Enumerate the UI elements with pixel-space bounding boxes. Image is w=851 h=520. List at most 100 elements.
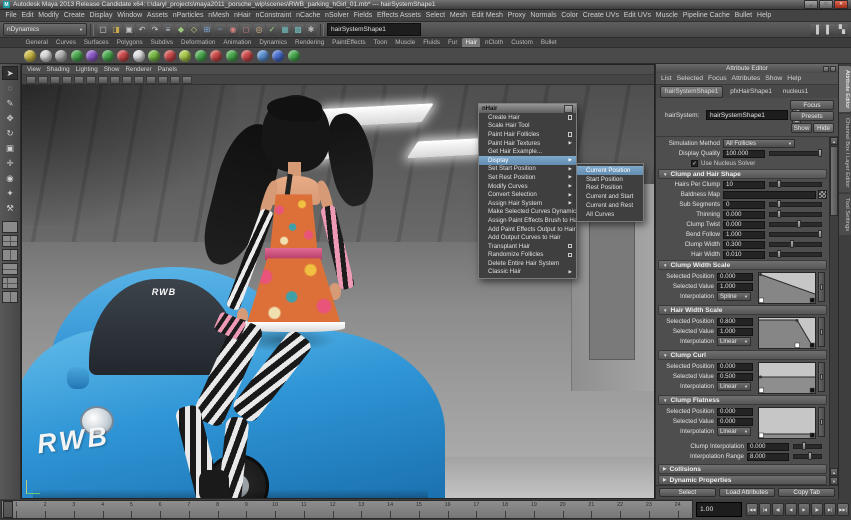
footer-button[interactable]: Copy Tab: [778, 488, 835, 497]
attribute-value-field[interactable]: 1.000: [723, 231, 765, 239]
menu-bar-item[interactable]: nConstraint: [253, 12, 294, 19]
nhair-menu-item[interactable]: Classic Hair ▶: [479, 268, 576, 277]
option-box-icon[interactable]: [568, 253, 573, 258]
menu-bar-item[interactable]: Pipeline Cache: [680, 12, 732, 19]
menu-bar-item[interactable]: Muscle: [653, 12, 680, 19]
menu-bar-item[interactable]: nParticles: [170, 12, 206, 19]
shelf-tab[interactable]: nCloth: [481, 38, 506, 47]
shelf-tab[interactable]: Fluids: [420, 38, 444, 47]
shelf-tab[interactable]: Custom: [508, 38, 537, 47]
shelf-tool-icon[interactable]: [102, 50, 114, 62]
shelf-tool-icon[interactable]: [148, 50, 160, 62]
menu-bar-item[interactable]: Window: [115, 12, 145, 19]
selected-position-field[interactable]: 0.800: [717, 318, 753, 326]
nhair-menu-item[interactable]: Make Selected Curves Dynamic ▶: [479, 208, 576, 217]
selected-position-field[interactable]: 0.000: [717, 363, 753, 371]
toolbox-tool-button[interactable]: ▣: [2, 141, 18, 155]
hide-button[interactable]: Hide: [813, 123, 834, 133]
timeline-frame[interactable]: 22: [606, 501, 635, 518]
display-quality-field[interactable]: 100.000: [723, 150, 765, 158]
checkbox[interactable]: ✓: [691, 160, 698, 167]
menu-bar-item[interactable]: Edit UVs: [621, 12, 653, 19]
shelf-tab[interactable]: Subdivs: [147, 38, 176, 47]
selected-position-field[interactable]: 0.000: [717, 408, 753, 416]
panel-toggle-icon[interactable]: ▌: [823, 24, 835, 36]
interpolation-dropdown[interactable]: Spline▼: [717, 292, 751, 301]
attribute-value-field[interactable]: 0.000: [723, 221, 765, 229]
show-button[interactable]: Show: [791, 123, 812, 133]
attribute-value-field[interactable]: [723, 191, 816, 199]
timeline-frame[interactable]: 12: [318, 501, 347, 518]
interpolation-dropdown[interactable]: Linear▼: [717, 382, 751, 391]
nhair-menu-item[interactable]: Add Paint Effects Output to Hair ▶: [479, 225, 576, 234]
attribute-value-field[interactable]: 10: [723, 181, 765, 189]
attribute-editor-menu-item[interactable]: Attributes: [732, 75, 761, 82]
viewport-bar-icon[interactable]: [74, 76, 84, 84]
playback-button[interactable]: ▶|: [824, 503, 836, 516]
nhair-menu-item[interactable]: Delete Entire Hair System ▶: [479, 259, 576, 268]
status-line-icon[interactable]: ◨: [110, 24, 122, 36]
timeline-frame[interactable]: 5: [117, 501, 146, 518]
layout-shortcut-button[interactable]: [2, 263, 18, 275]
timeline-frame[interactable]: 9: [232, 501, 261, 518]
shelf-tab[interactable]: General: [22, 38, 51, 47]
layout-shortcut-button[interactable]: [2, 277, 18, 289]
status-line-icon[interactable]: ▩: [292, 24, 304, 36]
viewport-bar-icon[interactable]: [110, 76, 120, 84]
attribute-slider[interactable]: [769, 202, 822, 207]
attribute-editor-menu-item[interactable]: Focus: [708, 75, 727, 82]
viewport-bar-icon[interactable]: [170, 76, 180, 84]
collapsed-section-header[interactable]: ▶ Collisions: [658, 464, 827, 474]
nhair-menu-item[interactable]: Paint Hair Follicles ▶: [479, 130, 576, 139]
shelf-tab[interactable]: Bullet: [537, 38, 560, 47]
scroll-down-icon[interactable]: ▲: [830, 468, 838, 476]
status-line-icon[interactable]: ✱: [305, 24, 317, 36]
ramp-widget[interactable]: [758, 272, 816, 304]
display-submenu-item[interactable]: All Curves: [577, 210, 643, 219]
attribute-value-field[interactable]: 0.010: [723, 251, 765, 259]
shelf-tool-icon[interactable]: [195, 50, 207, 62]
viewport-bar-icon[interactable]: [146, 76, 156, 84]
shelf-tool-icon[interactable]: [241, 50, 253, 62]
shelf-tool-icon[interactable]: [164, 50, 176, 62]
menu-bar-item[interactable]: Fields: [351, 12, 374, 19]
toolbox-tool-button[interactable]: ✛: [2, 156, 18, 170]
timeline-frame[interactable]: 11: [290, 501, 319, 518]
shelf-tool-icon[interactable]: [210, 50, 222, 62]
playback-button[interactable]: ◀: [785, 503, 797, 516]
shelf-tool-icon[interactable]: [257, 50, 269, 62]
nhair-menu-item[interactable]: Set Start Position ▶: [479, 165, 576, 174]
menu-bar-item[interactable]: Create UVs: [580, 12, 621, 19]
attribute-slider[interactable]: [769, 242, 822, 247]
menu-bar-item[interactable]: Select: [423, 12, 447, 19]
scrollbar-thumb[interactable]: [830, 146, 838, 216]
timeline-frame[interactable]: 16: [433, 501, 462, 518]
timeline-frame[interactable]: 15: [405, 501, 434, 518]
status-line-icon[interactable]: ⊞: [201, 24, 213, 36]
panel-menu-item[interactable]: Shading: [47, 66, 70, 73]
shelf-tool-icon[interactable]: [55, 50, 67, 62]
toolbox-tool-button[interactable]: ➤: [2, 66, 18, 80]
nhair-menu-item[interactable]: Add Output Curves to Hair ▶: [479, 233, 576, 242]
shelf-tool-icon[interactable]: [226, 50, 238, 62]
ramp-zoom-slider[interactable]: [818, 317, 825, 347]
nhair-menu-item[interactable]: Display ▶: [479, 156, 576, 165]
attribute-slider[interactable]: [769, 232, 822, 237]
ramp-widget[interactable]: [758, 317, 816, 349]
display-submenu-item[interactable]: Current and Start: [577, 192, 643, 201]
display-submenu-item[interactable]: Current Position: [577, 166, 643, 175]
collapsed-section-header[interactable]: ▶ Dynamic Properties: [658, 475, 827, 485]
ramp-widget[interactable]: [758, 407, 816, 439]
menu-bar-item[interactable]: Normals: [528, 12, 559, 19]
toolbox-tool-button[interactable]: ✥: [2, 111, 18, 125]
maximize-button[interactable]: □: [819, 0, 833, 9]
timeline-frame[interactable]: 2: [31, 501, 60, 518]
display-submenu-item[interactable]: Current and Rest: [577, 201, 643, 210]
option-box-icon[interactable]: [568, 115, 573, 120]
playback-button[interactable]: |◀◀: [746, 503, 758, 516]
layout-shortcut-button[interactable]: [2, 235, 18, 247]
timeline-frame[interactable]: 23: [635, 501, 664, 518]
attribute-value-field[interactable]: 0: [723, 201, 765, 209]
timeline-frame[interactable]: 19: [520, 501, 549, 518]
attribute-slider[interactable]: [769, 212, 822, 217]
